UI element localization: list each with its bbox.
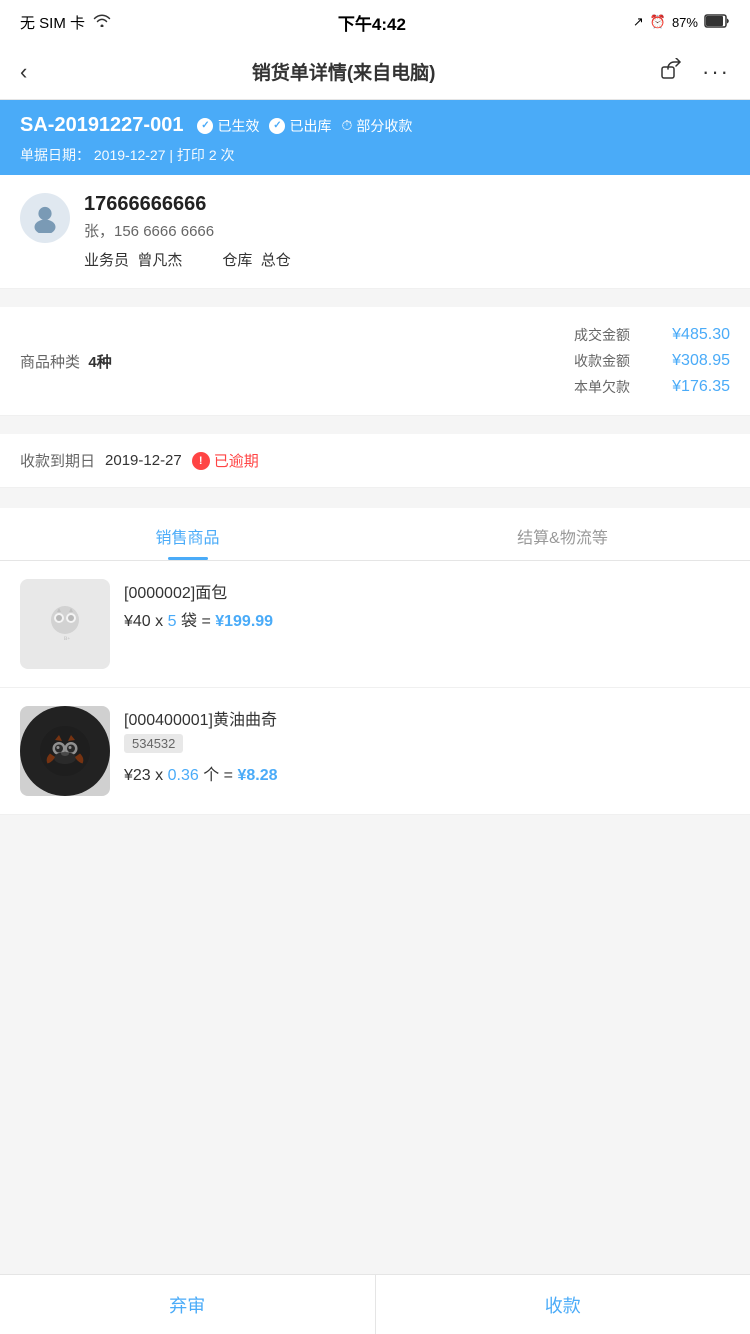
- battery-level: 87%: [672, 15, 698, 30]
- alarm-icon: ⏰: [650, 14, 666, 30]
- product-price-2: ¥23 x 0.36 个 = ¥8.28: [124, 761, 730, 785]
- order-header-banner: SA-20191227-001 ✓ 已生效 ✓ 已出库 ⏱ 部分收款 单据日期：…: [0, 100, 750, 175]
- received-row: 收款金额 ¥308.95: [574, 351, 730, 371]
- product-name-2: [000400001]黄油曲奇: [124, 706, 730, 730]
- page-title: 销货单详情(来自电脑): [252, 58, 436, 85]
- product-item: B+ [0000002]面包 ¥40 x 5 袋 = ¥199.99: [0, 561, 750, 688]
- financial-summary: 成交金额 ¥485.30 收款金额 ¥308.95 本单欠款 ¥176.35: [574, 325, 730, 397]
- status-bar: 无 SIM 卡 下午4:42 ↗ ⏰ 87%: [0, 0, 750, 44]
- tabs-header: 销售商品 结算&物流等: [0, 508, 750, 561]
- share-icon[interactable]: [660, 58, 682, 86]
- product-image-2: [20, 706, 110, 796]
- product-thumbnail-2: [20, 706, 110, 796]
- status-partial: ⏱ 部分收款: [341, 116, 412, 136]
- product-image-1: B+: [20, 579, 110, 669]
- status-shipped: ✓ 已出库: [269, 116, 331, 136]
- product-sku-2: 534532: [124, 734, 730, 761]
- product-name-1: [0000002]面包: [124, 579, 730, 603]
- customer-phone: 张，156 6666 6666: [84, 220, 730, 241]
- nav-actions: ···: [660, 58, 730, 86]
- customer-meta: 业务员 曾凡杰 仓库 总仓: [84, 249, 730, 270]
- nav-bar: ‹ 销货单详情(来自电脑) ···: [0, 44, 750, 100]
- status-left: 无 SIM 卡: [20, 12, 111, 33]
- status-tags: ✓ 已生效 ✓ 已出库 ⏱ 部分收款: [197, 116, 412, 136]
- tabs-section: 销售商品 结算&物流等 B+: [0, 508, 750, 815]
- back-button[interactable]: ‹: [20, 59, 27, 85]
- product-price-1: ¥40 x 5 袋 = ¥199.99: [124, 607, 730, 631]
- customer-info: 17666666666 张，156 6666 6666 业务员 曾凡杰 仓库 总…: [84, 193, 730, 270]
- overdue-badge: ! 已逾期: [192, 450, 259, 471]
- amount-row: 成交金额 ¥485.30: [574, 325, 730, 345]
- wifi-icon: [93, 13, 111, 31]
- battery-icon: [704, 14, 730, 31]
- bottom-bar: 弃审 收款: [0, 1274, 750, 1334]
- product-item-2: [000400001]黄油曲奇 534532 ¥23 x 0.36 个 = ¥8…: [0, 688, 750, 815]
- product-details-2: [000400001]黄油曲奇 534532 ¥23 x 0.36 个 = ¥8…: [124, 706, 730, 796]
- product-type-info: 商品种类 4种: [20, 351, 112, 372]
- due-date-section: 收款到期日 2019-12-27 ! 已逾期: [0, 434, 750, 488]
- shipped-icon: ✓: [269, 118, 285, 134]
- sales-info: 业务员 曾凡杰: [84, 249, 182, 270]
- overdue-text: 已逾期: [214, 450, 259, 471]
- tab-products[interactable]: 销售商品: [0, 508, 375, 560]
- location-icon: ↗: [633, 14, 644, 30]
- product-details-1: [0000002]面包 ¥40 x 5 袋 = ¥199.99: [124, 579, 730, 669]
- svg-text:B+: B+: [64, 637, 70, 642]
- customer-avatar: [20, 193, 70, 243]
- due-row: 本单欠款 ¥176.35: [574, 377, 730, 397]
- active-icon: ✓: [197, 118, 213, 134]
- more-icon[interactable]: ···: [702, 59, 730, 85]
- status-right: ↗ ⏰ 87%: [633, 14, 730, 31]
- overdue-icon: !: [192, 452, 210, 470]
- tab-settlement[interactable]: 结算&物流等: [375, 508, 750, 560]
- customer-name: 17666666666: [84, 193, 730, 216]
- warehouse-info: 仓库 总仓: [222, 249, 290, 270]
- cancel-button[interactable]: 弃审: [0, 1275, 376, 1334]
- order-date-info: 单据日期： 2019-12-27 | 打印 2 次: [20, 145, 730, 165]
- customer-section: 17666666666 张，156 6666 6666 业务员 曾凡杰 仓库 总…: [0, 175, 750, 289]
- summary-section: 商品种类 4种 成交金额 ¥485.30 收款金额 ¥308.95 本单欠款 ¥…: [0, 307, 750, 416]
- partial-icon: ⏱: [341, 117, 352, 134]
- order-id: SA-20191227-001: [20, 114, 183, 137]
- products-list: B+ [0000002]面包 ¥40 x 5 袋 = ¥199.99: [0, 561, 750, 815]
- due-date-label: 收款到期日: [20, 450, 95, 471]
- sim-status: 无 SIM 卡: [20, 12, 85, 33]
- confirm-button[interactable]: 收款: [376, 1275, 750, 1334]
- status-time: 下午4:42: [338, 10, 406, 35]
- due-date-value: 2019-12-27: [105, 452, 182, 469]
- status-active: ✓ 已生效: [197, 116, 259, 136]
